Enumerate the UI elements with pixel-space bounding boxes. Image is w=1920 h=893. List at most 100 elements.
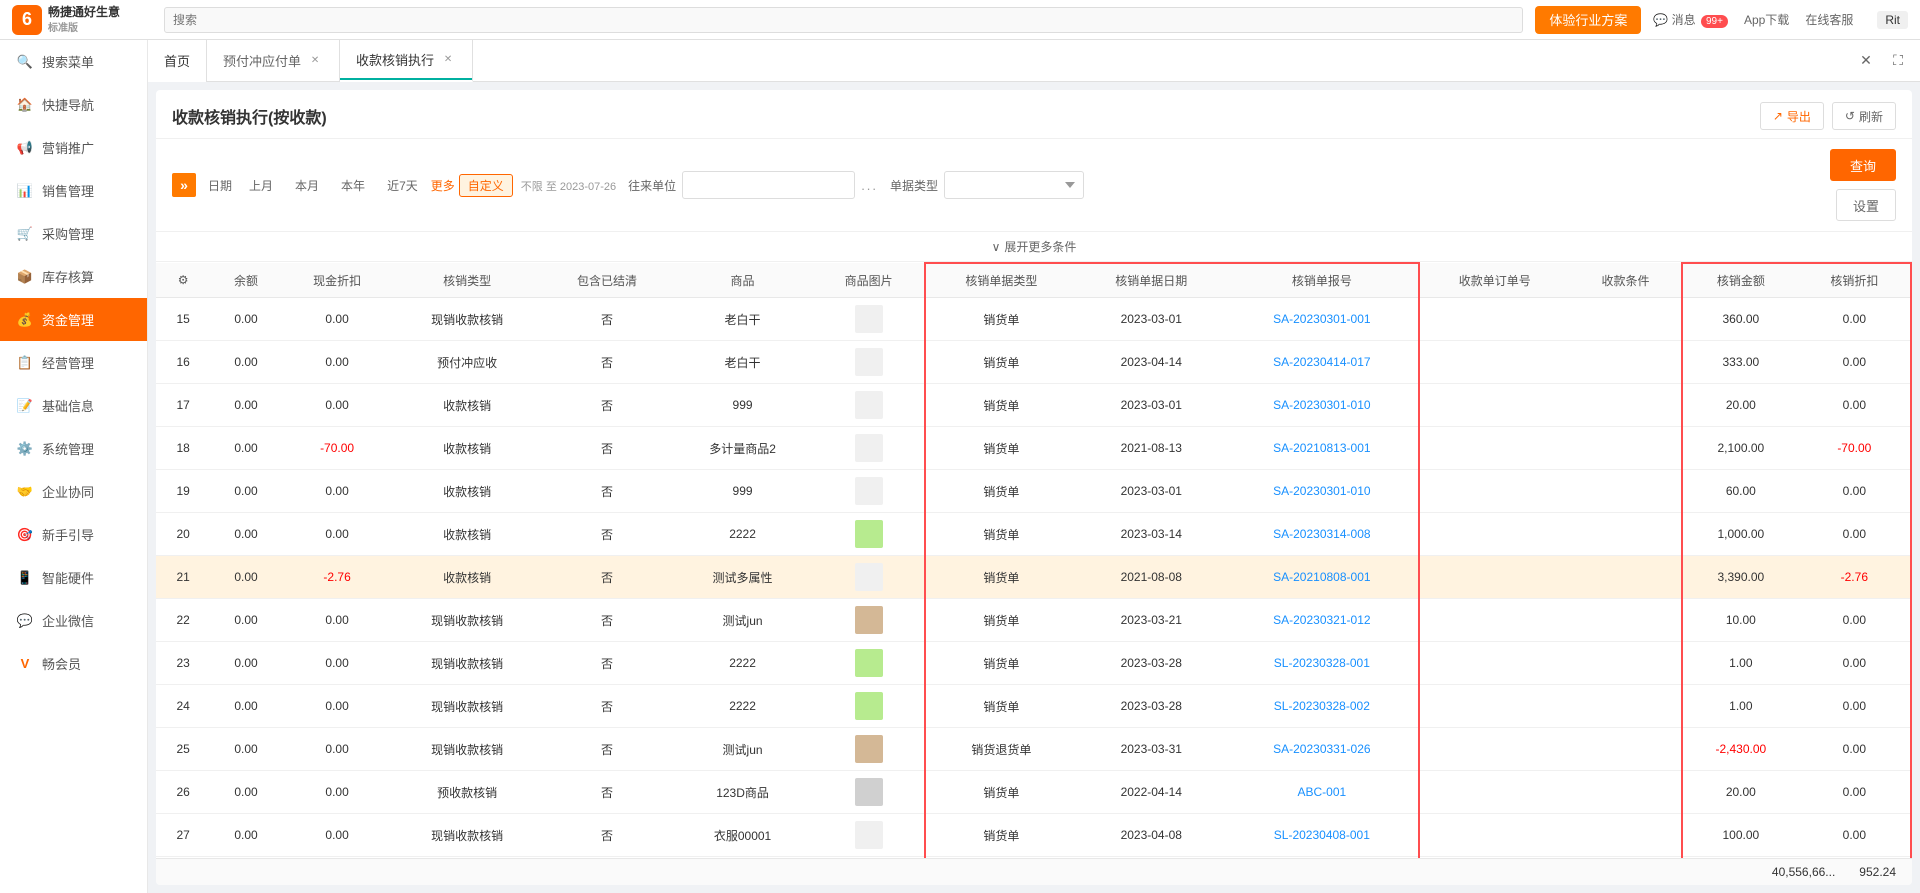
date-pill-this-month[interactable]: 本月 [286, 174, 328, 197]
table-cell [1419, 384, 1570, 427]
sidebar-item-basic[interactable]: 📝 基础信息 [0, 384, 147, 427]
goods-image [855, 348, 883, 376]
tab-collection-close[interactable]: ✕ [440, 52, 456, 68]
notification-icon[interactable]: 💬 消息 99+ [1653, 11, 1728, 28]
refresh-btn[interactable]: ↺ 刷新 [1832, 102, 1896, 130]
sidebar-item-wechat[interactable]: 💬 企业微信 [0, 599, 147, 642]
goods-image [855, 606, 883, 634]
refresh-icon: ↺ [1845, 109, 1855, 123]
th-bill-report-type: 核销单据类型 [925, 263, 1076, 298]
finance-icon: 💰 [16, 311, 34, 329]
table-cell: 2023-04-14 [1076, 341, 1226, 384]
table-row: 230.000.00现销收款核销否2222销货单2023-03-28SL-202… [156, 642, 1911, 685]
th-gear[interactable]: ⚙ [156, 263, 210, 298]
tab-prepay[interactable]: 预付冲应付单 ✕ [207, 40, 340, 82]
sidebar-item-purchase[interactable]: 🛒 采购管理 [0, 212, 147, 255]
table-cell [813, 599, 925, 642]
table-cell: 现销收款核销 [392, 814, 542, 857]
bill-no-link[interactable]: SA-20210813-001 [1273, 441, 1370, 455]
sidebar-label-guide: 新手引导 [42, 525, 94, 544]
sidebar-item-inventory[interactable]: 📦 库存核算 [0, 255, 147, 298]
sidebar-item-finance[interactable]: 💰 资金管理 [0, 298, 147, 341]
bill-no-link[interactable]: SL-20230328-002 [1274, 699, 1370, 713]
app-download-link[interactable]: App下载 [1744, 11, 1789, 28]
th-bill-report-date: 核销单据日期 [1076, 263, 1226, 298]
bill-no-link[interactable]: SA-20230321-012 [1273, 613, 1370, 627]
party-input[interactable] [682, 171, 855, 199]
sidebar-label-marketing: 营销推广 [42, 138, 94, 157]
table-container[interactable]: ⚙ 余额 现金折扣 核销类型 包含已结清 商品 商品图片 核销单据类型 核销单据… [156, 262, 1912, 858]
export-btn[interactable]: ↗ 导出 [1760, 102, 1824, 130]
basic-icon: 📝 [16, 397, 34, 415]
bill-type-filter: 单据类型 [890, 171, 1084, 199]
sidebar-item-system[interactable]: ⚙️ 系统管理 [0, 427, 147, 470]
maximize-icon[interactable]: ⛶ [1884, 47, 1912, 75]
table-cell [1570, 384, 1682, 427]
bill-no-link[interactable]: SA-20230301-010 [1273, 398, 1370, 412]
sidebar-item-enterprise[interactable]: 🤝 企业协同 [0, 470, 147, 513]
sidebar-label-system: 系统管理 [42, 439, 94, 458]
bill-no-link[interactable]: SL-20230328-001 [1274, 656, 1370, 670]
date-pill-custom[interactable]: 自定义 [459, 174, 513, 197]
bill-no-link[interactable]: SA-20210808-001 [1273, 570, 1370, 584]
top-bar-actions: 💬 消息 99+ App下载 在线客服 Rit [1653, 11, 1908, 29]
sidebar-item-sales[interactable]: 📊 销售管理 [0, 169, 147, 212]
sidebar-item-marketing[interactable]: 📢 营销推广 [0, 126, 147, 169]
date-more-btn[interactable]: 更多 [431, 177, 455, 194]
table-cell: 否 [542, 642, 672, 685]
date-pill-last-month[interactable]: 上月 [240, 174, 282, 197]
table-cell: 0.00 [1799, 728, 1911, 771]
settings-btn[interactable]: 设置 [1836, 189, 1896, 221]
sidebar-item-quicknav[interactable]: 🏠 快捷导航 [0, 83, 147, 126]
bill-no-link[interactable]: SA-20230331-026 [1273, 742, 1370, 756]
bill-no-link[interactable]: SA-20230414-017 [1273, 355, 1370, 369]
table-cell: 0.00 [282, 642, 393, 685]
bill-no-link[interactable]: ABC-001 [1297, 785, 1346, 799]
table-cell: -70.00 [1799, 427, 1911, 470]
footer-verify-discount: 952.24 [1859, 865, 1896, 879]
filter-toggle-btn[interactable]: » [172, 173, 196, 197]
tab-prepay-close[interactable]: ✕ [307, 53, 323, 69]
table-cell: SL-20230418-001 [1226, 857, 1419, 859]
bill-no-link[interactable]: SA-20230301-001 [1273, 312, 1370, 326]
sidebar-item-search[interactable]: 🔍 搜索菜单 [0, 40, 147, 83]
date-pill-this-year[interactable]: 本年 [332, 174, 374, 197]
query-btn[interactable]: 查询 [1830, 149, 1896, 181]
th-cash-discount: 现金折扣 [282, 263, 393, 298]
table-cell: 0.00 [1799, 857, 1911, 859]
bill-no-link[interactable]: SA-20230314-008 [1273, 527, 1370, 541]
sidebar-item-operation[interactable]: 📋 经营管理 [0, 341, 147, 384]
online-service-link[interactable]: 在线客服 [1805, 11, 1853, 28]
bill-no-link[interactable]: SL-20230408-001 [1274, 828, 1370, 842]
table-cell: 衣服00001 [672, 814, 813, 857]
table-row: 170.000.00收款核销否999销货单2023-03-01SA-202303… [156, 384, 1911, 427]
table-cell: 28 [156, 857, 210, 859]
table-row: 200.000.00收款核销否2222销货单2023-03-14SA-20230… [156, 513, 1911, 556]
expand-btn[interactable]: ∨ 展开更多条件 [992, 238, 1077, 255]
logo-name: 畅捷通好生意 [48, 5, 120, 19]
table-cell: 否 [542, 857, 672, 859]
top-search-input[interactable] [164, 7, 1523, 33]
table-cell: 0.00 [210, 771, 282, 814]
close-window-icon[interactable]: ✕ [1852, 47, 1880, 75]
industry-solution-btn[interactable]: 体验行业方案 [1535, 6, 1641, 34]
table-cell [1570, 341, 1682, 384]
sidebar-item-hardware[interactable]: 📱 智能硬件 [0, 556, 147, 599]
th-verify-discount: 核销折扣 [1799, 263, 1911, 298]
th-balance: 余额 [210, 263, 282, 298]
table-cell: 否 [542, 384, 672, 427]
table-cell [1419, 814, 1570, 857]
tab-collection[interactable]: 收款核销执行 ✕ [340, 40, 473, 82]
table-cell: 销货单 [925, 642, 1076, 685]
sidebar-item-member[interactable]: V 畅会员 [0, 642, 147, 685]
sidebar-item-guide[interactable]: 🎯 新手引导 [0, 513, 147, 556]
table-cell [813, 384, 925, 427]
bill-type-select[interactable] [944, 171, 1084, 199]
table-cell: 测试多属性 [672, 556, 813, 599]
table-cell [1419, 599, 1570, 642]
table-cell: 否 [542, 771, 672, 814]
tab-home[interactable]: 首页 [148, 40, 207, 82]
bill-no-link[interactable]: SA-20230301-010 [1273, 484, 1370, 498]
table-cell: 预付冲应收 [392, 341, 542, 384]
date-pill-7days[interactable]: 近7天 [378, 174, 427, 197]
